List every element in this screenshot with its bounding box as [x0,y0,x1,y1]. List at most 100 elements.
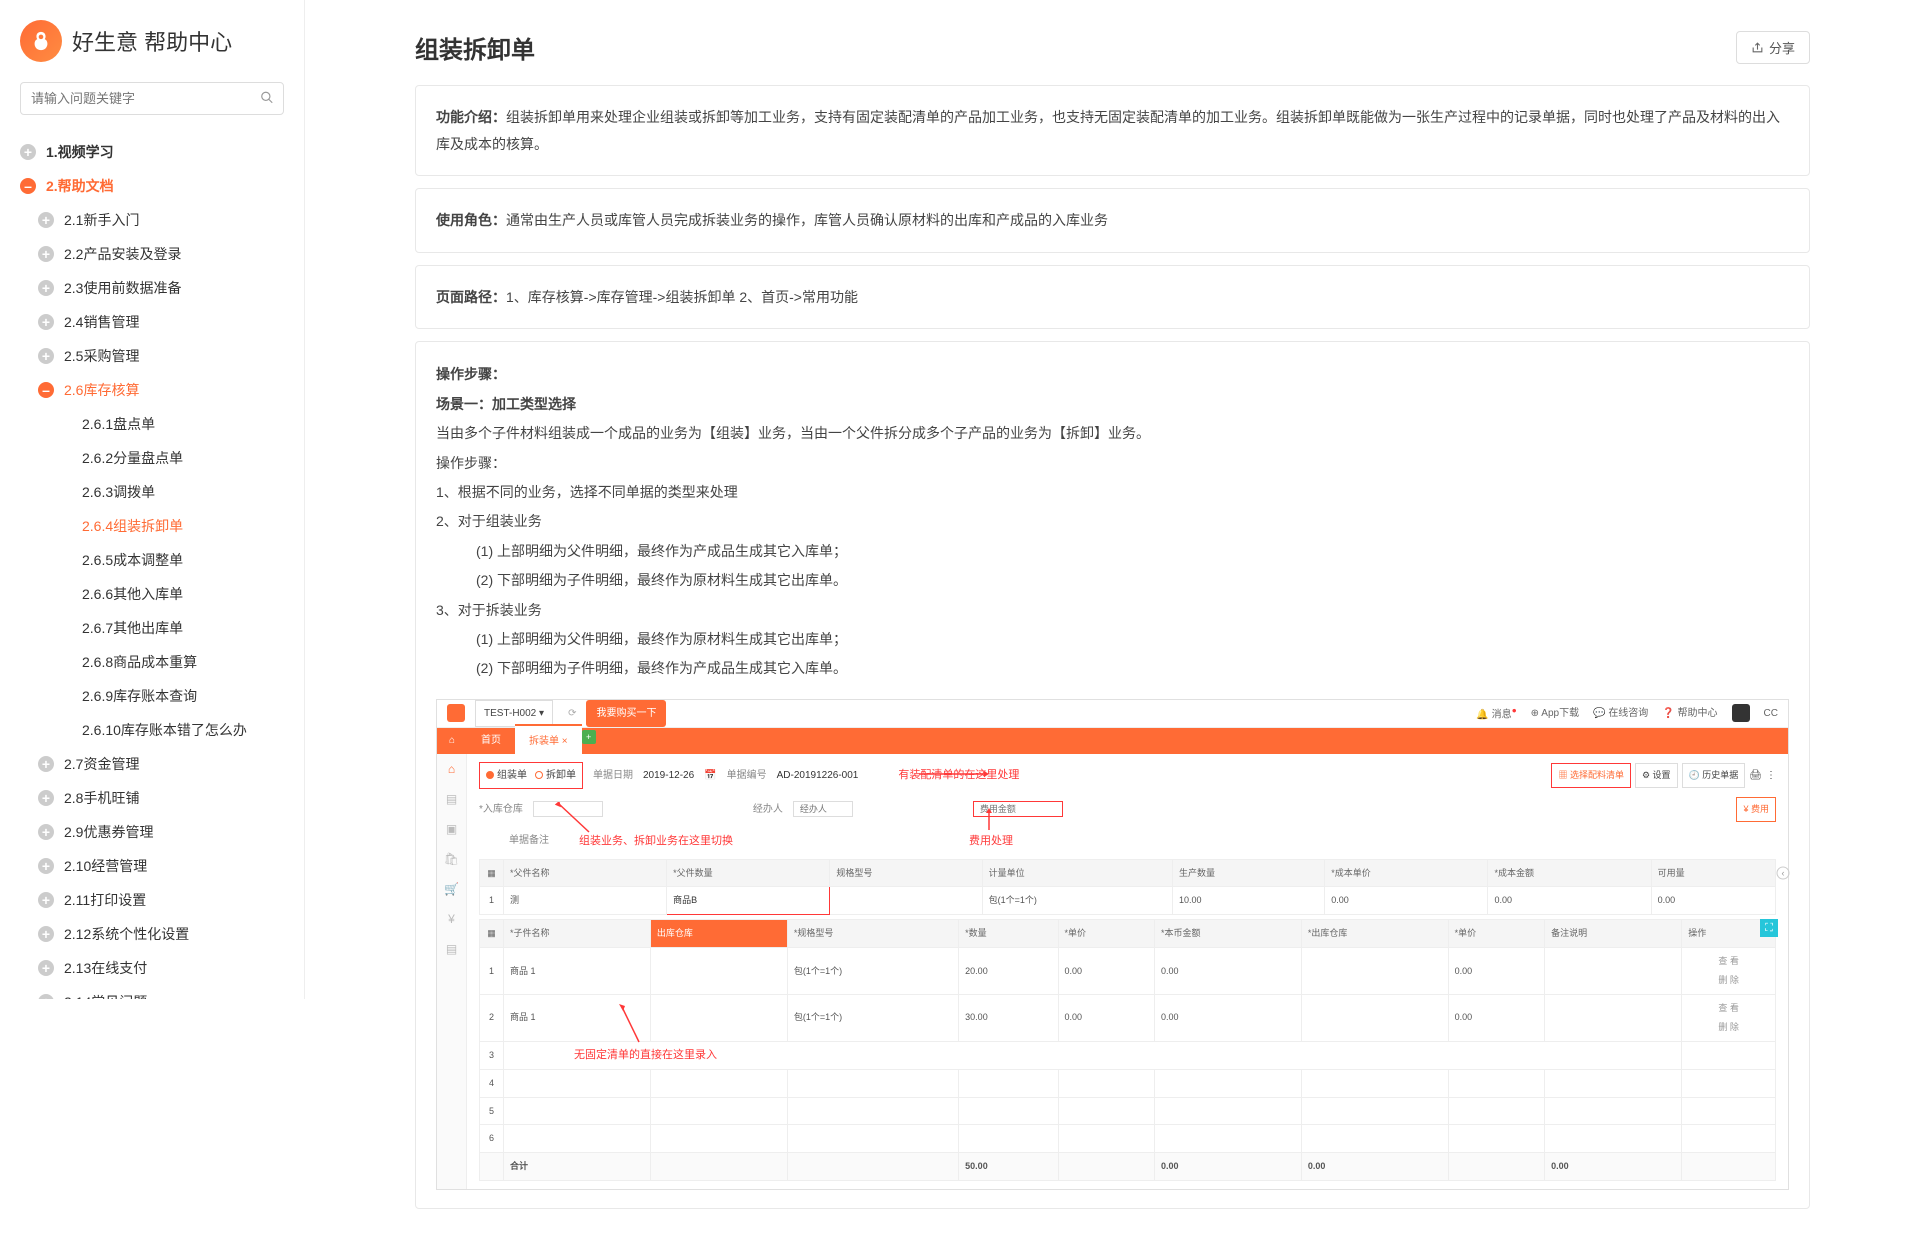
expand-icon: + [38,314,54,330]
view-link[interactable]: 查 看 [1718,1003,1739,1013]
nav-2-9[interactable]: +2.9优惠券管理 [20,815,284,849]
refresh-icon[interactable]: ⟳ [568,703,576,724]
table-row[interactable]: 2商品 1包(1个=1个)30.000.000.000.00查 看删 除 [480,995,1776,1042]
expand-icon: + [38,994,54,999]
share-icon [1751,41,1764,54]
nav-2-8[interactable]: +2.8手机旺铺 [20,781,284,815]
intro-text: 组装拆卸单用来处理企业组装或拆卸等加工业务，支持有固定装配清单的产品加工业务，也… [436,109,1780,152]
nav-2-6-8[interactable]: 2.6.8商品成本重算 [20,645,284,679]
th-prod-qty: 生产数量 [1173,859,1325,887]
th-cost-price: *成本单价 [1325,859,1488,887]
nav-2-6-3[interactable]: 2.6.3调拨单 [20,475,284,509]
avatar-icon[interactable] [1732,704,1750,722]
fee-input[interactable] [973,801,1063,817]
fee-button[interactable]: ¥ 费用 [1736,797,1776,822]
nav-cart-icon[interactable]: 🛒 [444,882,460,898]
nav-2-6-6[interactable]: 2.6.6其他入库单 [20,577,284,611]
calendar-icon[interactable]: 📅 [704,765,716,786]
tab-active[interactable]: 拆装单 × + [515,724,582,757]
view-link[interactable]: 查 看 [1718,956,1739,966]
table-row[interactable]: 1商品 1包(1个=1个)20.000.000.000.00查 看删 除 [480,948,1776,995]
intro-card: 功能介绍：组装拆卸单用来处理企业组装或拆卸等加工业务，支持有固定装配清单的产品加… [415,85,1810,176]
th-parent-qty: *父件数量 [667,859,830,887]
nav-box-icon[interactable]: ▣ [444,822,460,838]
tab-home[interactable]: 首页 [467,725,515,756]
nav-2-3[interactable]: +2.3使用前数据准备 [20,271,284,305]
nav-2-11[interactable]: +2.11打印设置 [20,883,284,917]
tab-add-icon[interactable]: + [582,730,596,744]
nav-docs[interactable]: –2.帮助文档 [20,169,284,203]
nav-chart-icon[interactable]: ▤ [444,942,460,958]
doc-label: 单据编号 [727,765,767,786]
date-value[interactable]: 2019-12-26 [643,765,694,786]
nav-2-1[interactable]: +2.1新手入门 [20,203,284,237]
warehouse-input[interactable] [533,801,603,817]
ss-tabbar: ⌂ 首页 拆装单 × + [437,728,1788,754]
type-radio-group[interactable]: 组装单 拆卸单 [479,762,583,789]
table-row[interactable]: 4 [480,1069,1776,1097]
nav-2-6-10[interactable]: 2.6.10库存账本错了怎么办 [20,713,284,747]
steps-block: 操作步骤： 场景一：加工类型选择 当由多个子件材料组装成一个成品的业务为【组装】… [415,341,1810,1209]
date-label: 单据日期 [593,765,633,786]
table-row[interactable]: 3无固定清单的直接在这里录入 [480,1041,1776,1069]
collapse-icon: – [20,178,36,194]
nav-2-10[interactable]: +2.10经营管理 [20,849,284,883]
username[interactable]: CC [1764,703,1778,724]
expand-icon: + [38,790,54,806]
table-footer: 合计50.000.000.000.00 [480,1153,1776,1181]
nav-2-2[interactable]: +2.2产品安装及登录 [20,237,284,271]
nav-2-6-7[interactable]: 2.6.7其他出库单 [20,611,284,645]
nav-home-icon[interactable]: ⌂ [444,762,460,778]
more-icon[interactable]: ⋮ [1766,765,1776,786]
nav-2-13[interactable]: +2.13在线支付 [20,951,284,985]
nav-bag-icon[interactable]: 🛍 [444,852,460,868]
nav-2-14[interactable]: +2.14常见问题 [20,985,284,999]
print-icon[interactable]: 🖨 [1749,765,1762,786]
nav-2-6[interactable]: –2.6库存核算 [20,373,284,407]
bell-icon[interactable]: 🔔 消息● [1476,702,1516,725]
app-download[interactable]: ⊕ App下载 [1531,703,1579,724]
history-button[interactable]: 🕘 历史单据 [1682,763,1746,788]
nav-video[interactable]: +1.视频学习 [20,135,284,169]
ss-tenant-dropdown[interactable]: TEST-H002 ▾ [475,700,553,727]
table-row[interactable]: 1 测 商品B 包(1个=1个) 10.00 0.00 0.00 0.00 [480,887,1776,915]
help-center[interactable]: ❓ 帮助中心 [1662,703,1717,724]
delete-link[interactable]: 删 除 [1718,975,1739,985]
doc-value: AD-20191226-001 [777,765,859,786]
nav-2-4[interactable]: +2.4销售管理 [20,305,284,339]
delete-link[interactable]: 删 除 [1718,1022,1739,1032]
settings-button[interactable]: ⚙ 设置 [1635,763,1678,788]
annotation-top: 有装配清单的在这里处理 [898,764,1019,787]
ss-topbar: TEST-H002 ▾ ⟳ 我要购买一下 🔔 消息● ⊕ App下载 💬 在线咨… [437,700,1788,728]
table-row[interactable]: 6 [480,1125,1776,1153]
step-2-1: (1) 上部明细为父件明细，最终作为产成品生成其它入库单； [436,537,1789,566]
nav-2-6-1[interactable]: 2.6.1盘点单 [20,407,284,441]
nav-2-12[interactable]: +2.12系统个性化设置 [20,917,284,951]
nav-2-5[interactable]: +2.5采购管理 [20,339,284,373]
nav-2-6-2[interactable]: 2.6.2分量盘点单 [20,441,284,475]
th-spec: 规格型号 [830,859,982,887]
operator-input[interactable] [793,801,853,817]
online-consult[interactable]: 💬 在线咨询 [1593,703,1648,724]
nav-2-6-9[interactable]: 2.6.9库存账本查询 [20,679,284,713]
nav-money-icon[interactable]: ¥ [444,912,460,928]
table-row[interactable]: 5 [480,1097,1776,1125]
share-button[interactable]: 分享 [1736,31,1810,64]
fold-icon[interactable]: ‹ [1776,866,1790,888]
th-parent-name: *父件名称 [504,859,667,887]
home-icon[interactable]: ⌂ [437,730,467,751]
search-icon[interactable] [260,90,274,107]
nav-doc-icon[interactable]: ▤ [444,792,460,808]
nav-2-6-4[interactable]: 2.6.4组装拆卸单 [20,509,284,543]
th-cost-amount: *成本金额 [1488,859,1651,887]
expand-icon[interactable]: ⛶ [1760,919,1778,937]
nav-2-7[interactable]: +2.7资金管理 [20,747,284,781]
ss-trial-button[interactable]: 我要购买一下 [586,700,666,727]
parent-qty-cell[interactable]: 商品B [667,887,830,915]
annotation-fee: 费用处理 [969,830,1013,853]
nav-2-6-5[interactable]: 2.6.5成本调整单 [20,543,284,577]
annotation-direct: 无固定清单的直接在这里录入 [574,1044,717,1067]
search-input[interactable] [20,82,284,115]
select-list-button[interactable]: ▦ 选择配料清单 [1551,763,1631,788]
nav-tree: +1.视频学习 –2.帮助文档 +2.1新手入门 +2.2产品安装及登录 +2.… [20,135,284,999]
